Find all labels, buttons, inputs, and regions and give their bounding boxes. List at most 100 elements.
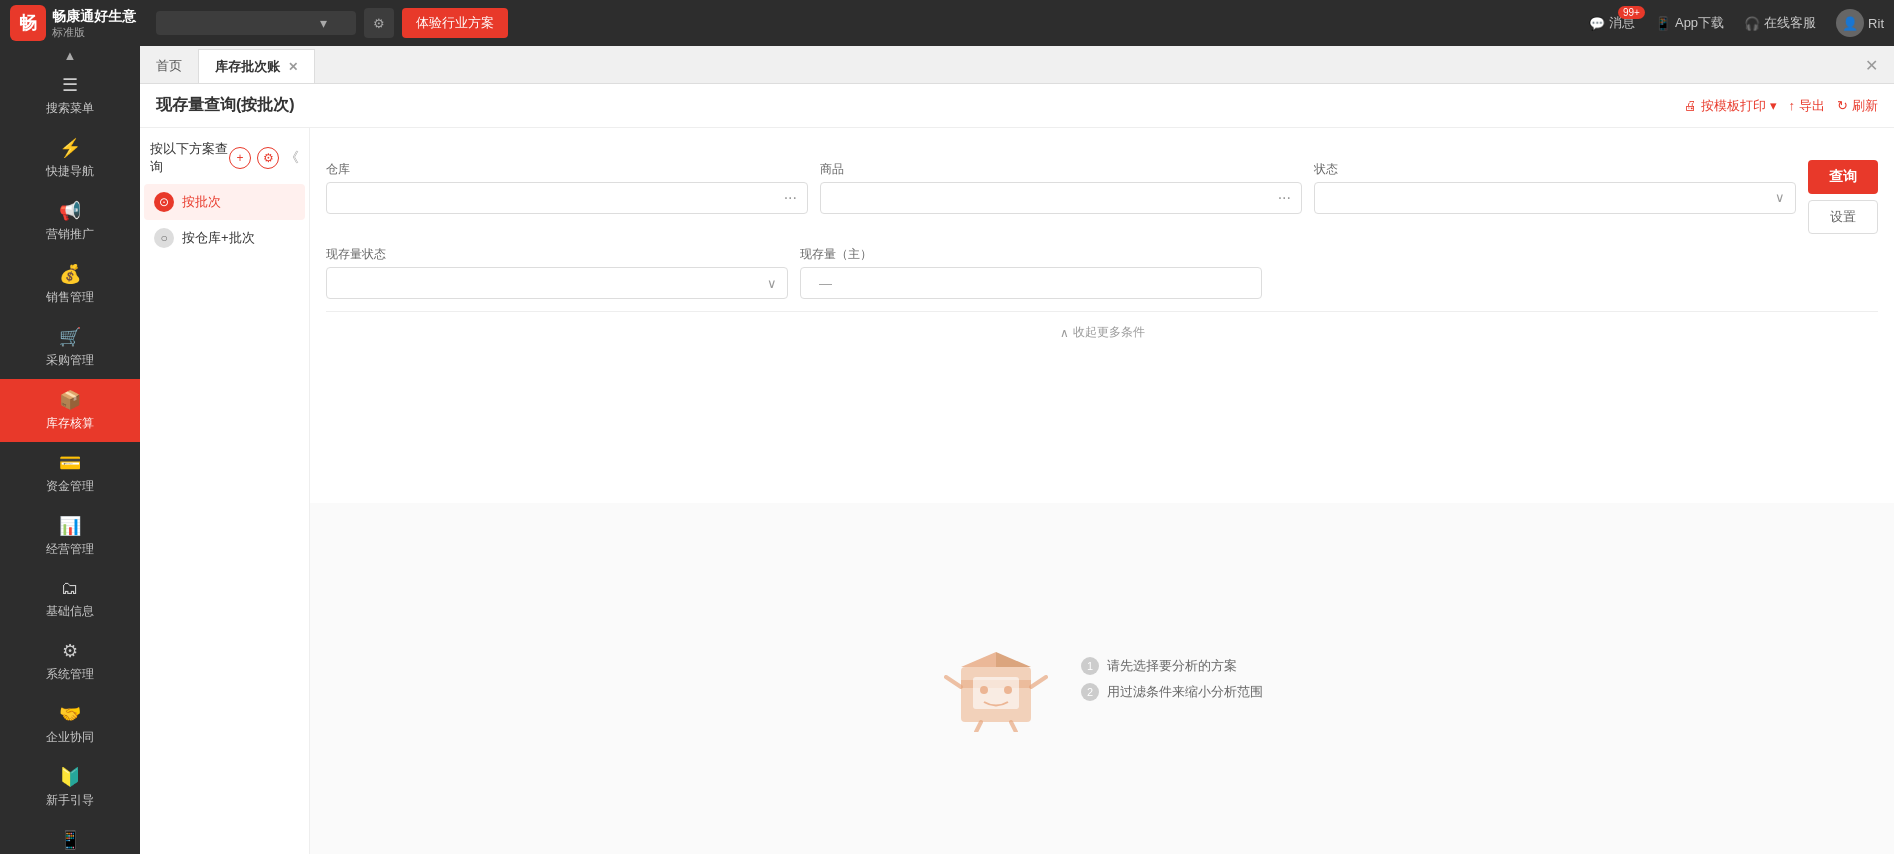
sidebar-item-label: 快捷导航 [46,163,94,180]
sidebar-item-marketing[interactable]: 📢 营销推广 [0,190,140,253]
sidebar-scroll-up[interactable]: ▲ [0,46,140,64]
inventory-status-field: 现存量状态 ∨ [326,246,788,299]
sidebar-item-basic[interactable]: 🗂 基础信息 [0,568,140,630]
app-center-icon: 📱 [59,829,81,851]
empty-illustration [941,622,1051,735]
warehouse-more-icon: ··· [784,189,797,207]
inv-status-chevron-icon: ∨ [767,276,777,291]
svg-marker-1 [961,652,996,667]
status-select[interactable]: ∨ [1314,182,1796,214]
sidebar-item-app-center[interactable]: 📱 应用中心 [0,819,140,854]
scheme-collapse-btn[interactable]: 《 [285,149,299,167]
svg-point-5 [980,686,988,694]
refresh-btn[interactable]: ↻ 刷新 [1837,97,1878,115]
topbar-gear-btn[interactable]: ⚙ [364,8,394,38]
topbar-search-area[interactable]: ▾ [156,11,356,35]
sidebar-item-purchase[interactable]: 🛒 采购管理 [0,316,140,379]
main-layout: ▲ ☰ 搜索菜单 ⚡ 快捷导航 📢 营销推广 💰 销售管理 🛒 采购管理 📦 库… [0,46,1894,854]
scheme-item-by-warehouse-batch[interactable]: ○ 按仓库+批次 [144,220,305,256]
sidebar-item-inventory[interactable]: 📦 库存核算 [0,379,140,442]
empty-tips: 1 请先选择要分析的方案 2 用过滤条件来缩小分析范围 [1081,657,1263,701]
sidebar-item-label: 企业协同 [46,729,94,746]
messages-btn[interactable]: 💬 消息 99+ [1589,14,1635,32]
tab-home[interactable]: 首页 [140,49,199,83]
svg-line-9 [976,722,981,732]
range-dash: — [819,276,832,291]
tab-bar-close-btn[interactable]: ✕ [1865,55,1878,74]
body-layout: 按以下方案查询 + ⚙ 《 ⊙ 按批次 [140,128,1894,854]
sidebar-item-sales[interactable]: 💰 销售管理 [0,253,140,316]
app-download-btn[interactable]: 📱 App下载 [1655,14,1724,32]
guide-icon: 🔰 [59,766,81,788]
print-icon: 🖨 [1684,98,1697,113]
quick-nav-icon: ⚡ [59,137,81,159]
svg-line-7 [946,677,961,687]
content-area: 首页 库存批次账 ✕ ✕ 现存量查询(按批次) 🖨 按模板打印 ▾ [140,46,1894,854]
sidebar-item-search-menu[interactable]: ☰ 搜索菜单 [0,64,140,127]
app-download-icon: 📱 [1655,16,1671,31]
export-icon: ↑ [1789,98,1796,113]
status-label: 状态 [1314,161,1796,178]
page-header-actions: 🖨 按模板打印 ▾ ↑ 导出 ↻ 刷新 [1684,97,1879,115]
page-header: 现存量查询(按批次) 🖨 按模板打印 ▾ ↑ 导出 ↻ 刷新 [140,84,1894,128]
search-dropdown-btn[interactable]: ▾ [316,15,331,31]
inventory-status-label: 现存量状态 [326,246,788,263]
tip-1-text: 请先选择要分析的方案 [1107,657,1237,675]
settings-scheme-btn[interactable]: ⚙ [257,147,279,169]
query-actions: 查询 设置 [1808,160,1878,234]
status-chevron-icon: ∨ [1775,190,1785,205]
sales-icon: 💰 [59,263,81,285]
svg-marker-2 [996,652,1031,667]
inventory-status-select[interactable]: ∨ [326,267,788,299]
svg-point-6 [1004,686,1012,694]
sidebar: ▲ ☰ 搜索菜单 ⚡ 快捷导航 📢 营销推广 💰 销售管理 🛒 采购管理 📦 库… [0,46,140,854]
inventory-amount-field: 现存量（主） — [800,246,1262,299]
search-input[interactable] [166,16,316,31]
query-btn[interactable]: 查询 [1808,160,1878,194]
inventory-amount-range[interactable]: — [800,267,1262,299]
sidebar-item-guide[interactable]: 🔰 新手引导 [0,756,140,819]
tab-close-btn[interactable]: ✕ [288,60,298,74]
sidebar-item-label: 营销推广 [46,226,94,243]
user-avatar-area[interactable]: 👤 Rit [1836,9,1884,37]
sidebar-item-finance[interactable]: 💳 资金管理 [0,442,140,505]
scheme-item-by-batch[interactable]: ⊙ 按批次 [144,184,305,220]
tab-bar: 首页 库存批次账 ✕ ✕ [140,46,1894,84]
gear-icon: ⚙ [373,16,385,31]
operation-icon: 📊 [59,515,81,537]
collapse-more-btn[interactable]: ∧ 收起更多条件 [326,316,1878,349]
warehouse-label: 仓库 [326,161,808,178]
sidebar-item-label: 新手引导 [46,792,94,809]
empty-box-svg [941,622,1051,732]
sidebar-item-quick-nav[interactable]: ⚡ 快捷导航 [0,127,140,190]
template-print-btn[interactable]: 🖨 按模板打印 ▾ [1684,97,1777,115]
svg-line-8 [1031,677,1046,687]
product-input[interactable]: ··· [820,182,1302,214]
online-service-btn[interactable]: 🎧 在线客服 [1744,14,1816,32]
product-field: 商品 ··· [820,161,1302,214]
enterprise-icon: 🤝 [59,703,81,725]
query-row-1: 仓库 ··· 商品 ··· [326,140,1878,234]
sidebar-item-system[interactable]: ⚙ 系统管理 [0,630,140,693]
sidebar-item-label: 销售管理 [46,289,94,306]
sidebar-item-operation[interactable]: 📊 经营管理 [0,505,140,568]
sidebar-item-enterprise[interactable]: 🤝 企业协同 [0,693,140,756]
warehouse-field: 仓库 ··· [326,161,808,214]
username: Rit [1868,16,1884,31]
scheme-panel: 按以下方案查询 + ⚙ 《 ⊙ 按批次 [140,128,310,854]
add-scheme-btn[interactable]: + [229,147,251,169]
collapse-icon: ∧ [1060,326,1069,340]
sidebar-item-label: 经营管理 [46,541,94,558]
product-more-icon: ··· [1278,189,1291,207]
tab-inventory-batch[interactable]: 库存批次账 ✕ [199,49,315,83]
empty-state: 1 请先选择要分析的方案 2 用过滤条件来缩小分析范围 [941,622,1263,735]
trial-btn[interactable]: 体验行业方案 [402,8,508,38]
scheme-panel-title: 按以下方案查询 [150,140,229,176]
svg-line-10 [1011,722,1016,732]
export-btn[interactable]: ↑ 导出 [1789,97,1826,115]
settings-btn[interactable]: 设置 [1808,200,1878,234]
status-field: 状态 ∨ [1314,161,1796,214]
warehouse-input[interactable]: ··· [326,182,808,214]
marketing-icon: 📢 [59,200,81,222]
inventory-amount-label: 现存量（主） [800,246,1262,263]
